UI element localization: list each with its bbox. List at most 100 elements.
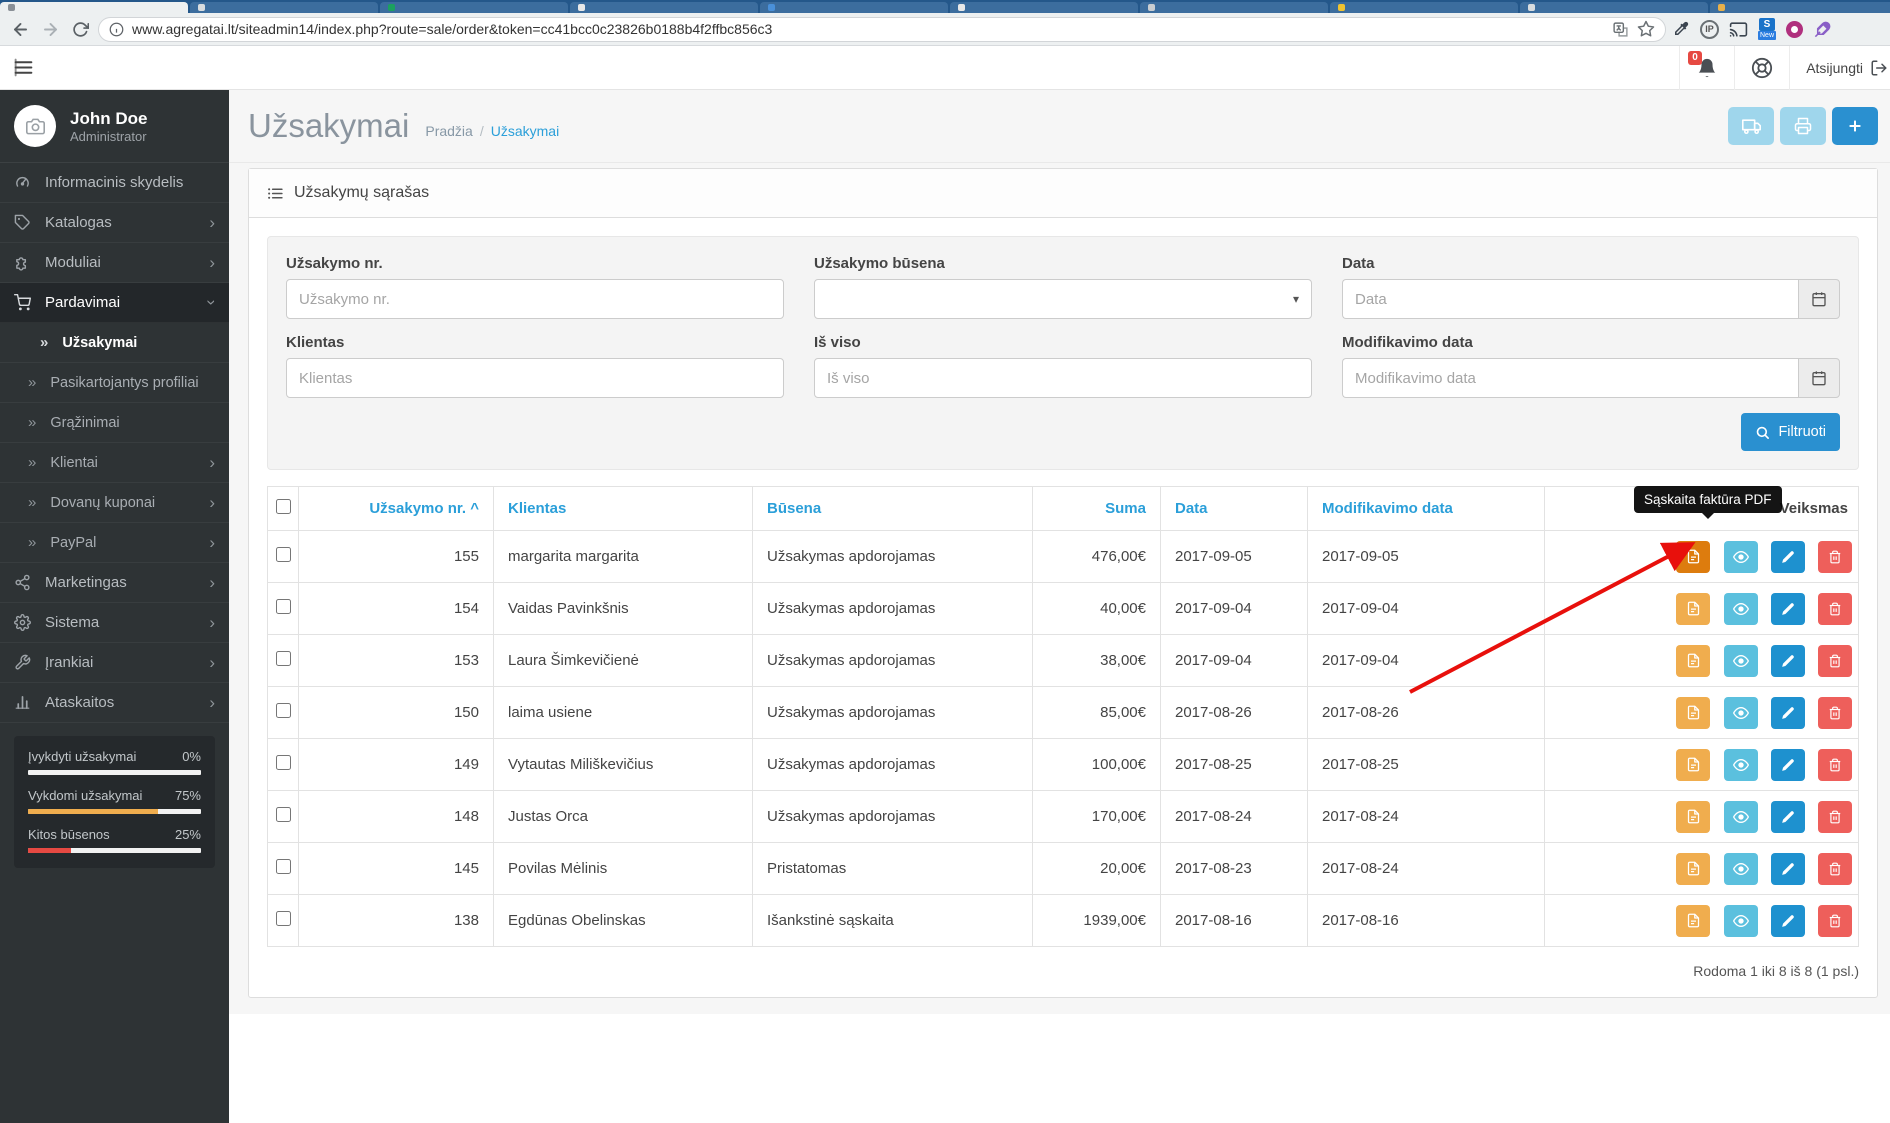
browser-tab[interactable] (380, 2, 568, 13)
row-checkbox[interactable] (275, 599, 291, 614)
cast-extension-icon[interactable] (1729, 20, 1748, 39)
sidebar-item-paypal[interactable]: » PayPal › (0, 523, 229, 563)
shipping-list-button[interactable] (1728, 107, 1774, 145)
add-order-button[interactable] (1832, 107, 1878, 145)
sidebar-item-customers[interactable]: » Klientai › (0, 443, 229, 483)
logout-button[interactable]: Atsijungti (1789, 45, 1890, 90)
reload-button[interactable] (68, 17, 92, 41)
invoice-pdf-button[interactable] (1676, 696, 1711, 729)
breadcrumb-home-link[interactable]: Pradžia (425, 123, 472, 139)
delete-order-button[interactable] (1818, 540, 1852, 573)
modified-date-picker-button[interactable] (1798, 358, 1840, 398)
row-checkbox[interactable] (275, 547, 291, 562)
browser-tab[interactable] (0, 2, 188, 13)
row-checkbox[interactable] (275, 755, 291, 770)
select-all-checkbox[interactable] (275, 499, 291, 514)
sidebar-item-gift-vouchers[interactable]: » Dovanų kuponai › (0, 483, 229, 523)
row-checkbox[interactable] (275, 651, 291, 666)
browser-tab[interactable] (1520, 2, 1708, 13)
invoice-pdf-button[interactable] (1676, 852, 1711, 885)
sort-modified-link[interactable]: Modifikavimo data (1322, 500, 1453, 517)
view-order-button[interactable] (1723, 748, 1758, 781)
sidebar-item-tools[interactable]: Įrankiai › (0, 643, 229, 683)
invoice-pdf-button[interactable] (1676, 540, 1711, 573)
s-extension-icon[interactable]: S New (1758, 18, 1777, 40)
back-button[interactable] (8, 17, 32, 41)
invoice-pdf-button[interactable] (1676, 644, 1711, 677)
delete-order-button[interactable] (1818, 592, 1852, 625)
sidebar-item-orders[interactable]: » Užsakymai (0, 323, 229, 363)
browser-tab[interactable] (950, 2, 1138, 13)
filter-select-order-status[interactable]: ▾ (814, 279, 1312, 319)
delete-order-button[interactable] (1818, 696, 1852, 729)
filter-button[interactable]: Filtruoti (1741, 413, 1840, 451)
browser-tab[interactable] (1710, 2, 1890, 13)
sidebar-item-reports[interactable]: Ataskaitos › (0, 683, 229, 723)
view-order-button[interactable] (1723, 592, 1758, 625)
row-checkbox[interactable] (275, 807, 291, 822)
sidebar-item-returns[interactable]: » Grąžinimai (0, 403, 229, 443)
sort-order-nr-link[interactable]: Užsakymo nr. ^ (369, 500, 479, 517)
invoice-pdf-button[interactable] (1676, 904, 1711, 937)
browser-tab[interactable] (1140, 2, 1328, 13)
ip-extension-icon[interactable]: IP (1700, 19, 1719, 39)
row-checkbox[interactable] (275, 703, 291, 718)
row-checkbox[interactable] (275, 911, 291, 926)
sidebar-item-recurring-profiles[interactable]: » Pasikartojantys profiliai (0, 363, 229, 403)
address-bar[interactable]: www.agregatai.lt/siteadmin14/index.php?r… (98, 16, 1666, 42)
filter-input-total[interactable] (814, 358, 1312, 398)
filter-input-date[interactable] (1342, 279, 1798, 319)
edit-order-button[interactable] (1770, 800, 1805, 833)
view-order-button[interactable] (1723, 904, 1758, 937)
feather-extension-icon[interactable] (1813, 20, 1832, 39)
invoice-pdf-button[interactable] (1676, 748, 1711, 781)
sort-date-link[interactable]: Data (1175, 500, 1208, 517)
notifications-button[interactable]: 0 (1679, 45, 1734, 90)
sidebar-item-sales[interactable]: Pardavimai › (0, 283, 229, 323)
delete-order-button[interactable] (1818, 852, 1852, 885)
sort-status-link[interactable]: Būsena (767, 500, 821, 517)
edit-order-button[interactable] (1770, 644, 1805, 677)
edit-order-button[interactable] (1770, 696, 1805, 729)
bookmark-star-icon[interactable] (1637, 20, 1655, 38)
delete-order-button[interactable] (1818, 644, 1852, 677)
view-order-button[interactable] (1723, 852, 1758, 885)
url-text[interactable]: www.agregatai.lt/siteadmin14/index.php?r… (132, 21, 772, 37)
translate-icon[interactable] (1612, 21, 1629, 38)
help-button[interactable] (1734, 45, 1789, 90)
date-picker-button[interactable] (1798, 279, 1840, 319)
sort-total-link[interactable]: Suma (1105, 500, 1146, 517)
pink-extension-icon[interactable] (1786, 20, 1804, 38)
eyedropper-extension-icon[interactable] (1672, 20, 1690, 38)
edit-order-button[interactable] (1770, 540, 1805, 573)
forward-button[interactable] (38, 17, 62, 41)
edit-order-button[interactable] (1770, 852, 1805, 885)
delete-order-button[interactable] (1818, 748, 1852, 781)
sidebar-item-dashboard[interactable]: Informacinis skydelis (0, 163, 229, 203)
view-order-button[interactable] (1723, 540, 1758, 573)
edit-order-button[interactable] (1770, 748, 1805, 781)
sort-customer-link[interactable]: Klientas (508, 500, 566, 517)
browser-tab[interactable] (190, 2, 378, 13)
print-invoice-button[interactable] (1780, 107, 1826, 145)
filter-input-modified-date[interactable] (1342, 358, 1798, 398)
sidebar-item-system[interactable]: Sistema › (0, 603, 229, 643)
sidebar-item-marketing[interactable]: Marketingas › (0, 563, 229, 603)
view-order-button[interactable] (1723, 696, 1758, 729)
edit-order-button[interactable] (1770, 904, 1805, 937)
filter-input-customer[interactable] (286, 358, 784, 398)
filter-input-order-nr[interactable] (286, 279, 784, 319)
view-order-button[interactable] (1723, 800, 1758, 833)
browser-tab[interactable] (570, 2, 758, 13)
delete-order-button[interactable] (1818, 904, 1852, 937)
sidebar-item-catalog[interactable]: Katalogas › (0, 203, 229, 243)
delete-order-button[interactable] (1818, 800, 1852, 833)
page-info-icon[interactable] (109, 22, 124, 37)
breadcrumb-orders-link[interactable]: Užsakymai (491, 123, 559, 139)
sidebar-item-modules[interactable]: Moduliai › (0, 243, 229, 283)
menu-toggle-icon[interactable] (0, 46, 46, 90)
invoice-pdf-button[interactable] (1676, 800, 1711, 833)
browser-tab[interactable] (1330, 2, 1518, 13)
view-order-button[interactable] (1723, 644, 1758, 677)
row-checkbox[interactable] (275, 859, 291, 874)
